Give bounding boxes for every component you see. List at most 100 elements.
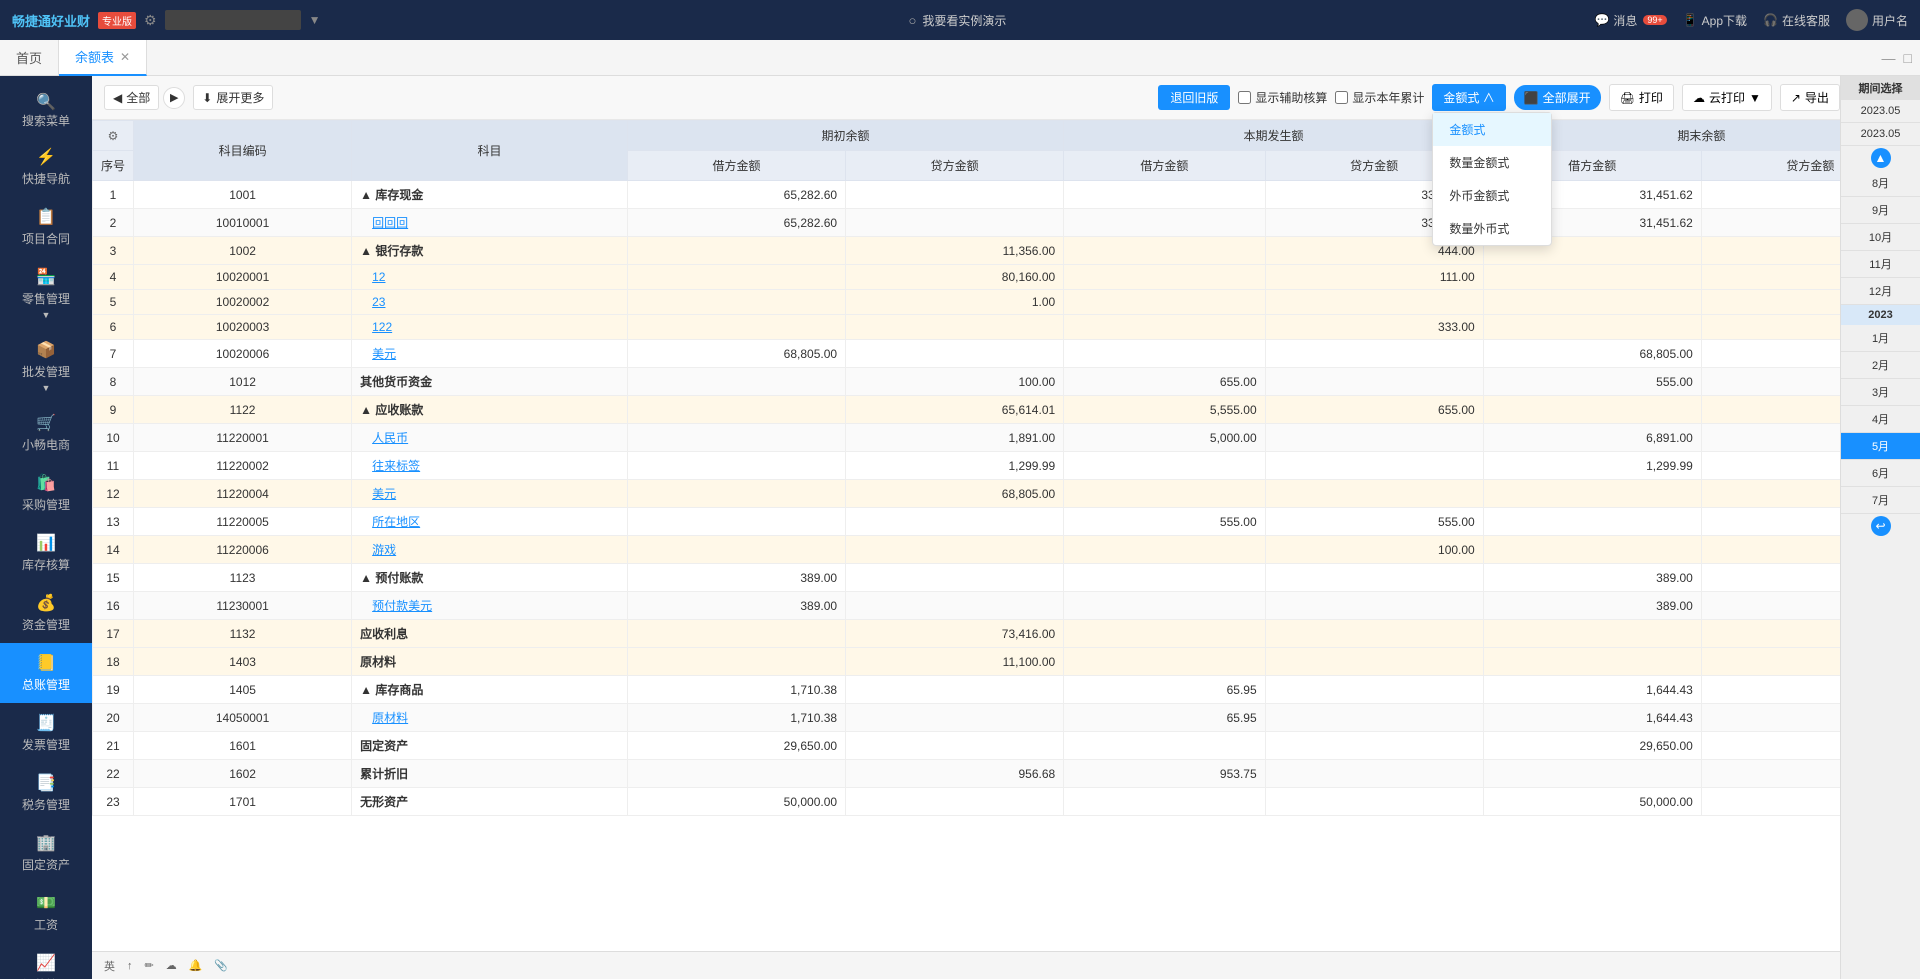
period-1[interactable]: 1月 — [1841, 325, 1920, 352]
table-row-cur-credit — [1265, 368, 1483, 396]
sidebar-search[interactable]: 🔍 搜索菜单 — [0, 84, 92, 137]
assist-check[interactable] — [1238, 91, 1251, 104]
period-5[interactable]: 5月 — [1841, 433, 1920, 460]
col-header-current: 本期发生额 — [1064, 121, 1484, 151]
sidebar-item-salary[interactable]: 💵 工资 — [0, 883, 92, 943]
demo-text[interactable]: 我要看实例演示 — [922, 12, 1006, 29]
sidebar-item-inventory[interactable]: 📊 库存核算 — [0, 523, 92, 583]
sidebar-item-purchase[interactable]: 🛍️ 采购管理 — [0, 463, 92, 523]
period-up-arrow[interactable]: ▲ — [1871, 148, 1891, 168]
sidebar-item-capital[interactable]: 💰 资金管理 — [0, 583, 92, 643]
table-row-name[interactable]: 预付款美元 — [352, 592, 628, 620]
period-3[interactable]: 3月 — [1841, 379, 1920, 406]
table-row-cur-credit — [1265, 592, 1483, 620]
period-8[interactable]: 8月 — [1841, 170, 1920, 197]
period-2[interactable]: 2月 — [1841, 352, 1920, 379]
period-6[interactable]: 6月 — [1841, 460, 1920, 487]
sidebar-item-ecommerce[interactable]: 🛒 小畅电商 — [0, 403, 92, 463]
download-btn[interactable]: 📱 App下载 — [1683, 12, 1747, 29]
table-row-cur-debit: 5,555.00 — [1064, 396, 1265, 424]
period-4[interactable]: 4月 — [1841, 406, 1920, 433]
export-btn[interactable]: ↗ 导出 — [1780, 84, 1840, 111]
table-row-name[interactable]: 美元 — [352, 480, 628, 508]
table-row-name[interactable]: 美元 — [352, 340, 628, 368]
export-icon: ↗ — [1791, 91, 1801, 105]
tab-minimize-icon[interactable]: — — [1882, 50, 1896, 66]
tab-close-icon[interactable]: ✕ — [120, 50, 130, 64]
table-row-cur-credit — [1265, 564, 1483, 592]
table-row-name[interactable]: 人民币 — [352, 424, 628, 452]
table-row-code: 10020006 — [134, 340, 352, 368]
table-row-name[interactable]: 所在地区 — [352, 508, 628, 536]
sidebar-item-invoice[interactable]: 🧾 发票管理 — [0, 703, 92, 763]
tab-home[interactable]: 首页 — [0, 40, 59, 76]
period-10[interactable]: 10月 — [1841, 224, 1920, 251]
table-row-open-debit — [627, 508, 845, 536]
tab-maximize-icon[interactable]: □ — [1904, 50, 1912, 66]
table-row-name[interactable]: 122 — [352, 315, 628, 340]
amount-style-btn[interactable]: 金额式 ∧ — [1432, 84, 1505, 111]
period-down-arrow[interactable]: ↩ — [1871, 516, 1891, 536]
sidebar-item-quick[interactable]: ⚡ 快捷导航 — [0, 137, 92, 197]
expand-all-btn[interactable]: ⬛ 全部展开 — [1514, 85, 1601, 110]
table-row-code: 1123 — [134, 564, 352, 592]
table-row-name[interactable]: 游戏 — [352, 536, 628, 564]
table-row-no: 3 — [93, 237, 134, 265]
cloud-print-btn[interactable]: ☁ 云打印 ▼ — [1682, 84, 1772, 111]
print-btn[interactable]: 🖨 打印 — [1609, 84, 1674, 111]
tab-balance[interactable]: 余额表 ✕ — [59, 40, 147, 76]
notification-icon[interactable]: 🔔 — [189, 959, 203, 972]
expand-icon: ⬇ — [202, 91, 212, 105]
table-row-code: 11220004 — [134, 480, 352, 508]
message-btn[interactable]: 💬 消息 99+ — [1594, 12, 1666, 29]
table-row-name[interactable]: 往来标签 — [352, 452, 628, 480]
table-row-name: ▲ 应收账款 — [352, 396, 628, 424]
dropdown-item-amount[interactable]: 金额式 — [1433, 113, 1551, 146]
sidebar-item-wholesale[interactable]: 📦 批发管理 ▼ — [0, 330, 92, 403]
table-row-open-debit — [627, 237, 845, 265]
table-row-name[interactable]: 23 — [352, 290, 628, 315]
user-avatar[interactable]: 用户名 — [1846, 9, 1908, 31]
table-row-name[interactable]: 12 — [352, 265, 628, 290]
edit-icon[interactable]: ✏ — [145, 959, 154, 972]
upload-icon[interactable]: ↑ — [127, 960, 133, 972]
period-2023-05-2[interactable]: 2023.05 — [1841, 123, 1920, 146]
nav-forward-btn[interactable]: ▶ — [163, 87, 185, 109]
expand-more-btn[interactable]: ⬇ 展开更多 — [193, 85, 273, 110]
cloud-save-icon[interactable]: ☁ — [166, 959, 177, 972]
dropdown-item-foreign[interactable]: 外币金额式 — [1433, 179, 1551, 212]
period-12[interactable]: 12月 — [1841, 278, 1920, 305]
sidebar-item-tax[interactable]: 📑 税务管理 — [0, 763, 92, 823]
period-7[interactable]: 7月 — [1841, 487, 1920, 514]
settings-icon[interactable]: ⚙ — [144, 12, 157, 29]
table-settings-icon[interactable]: ⚙ — [93, 121, 134, 151]
sidebar-capital-label: 资金管理 — [22, 616, 70, 633]
sidebar-item-retail[interactable]: 🏪 零售管理 ▼ — [0, 257, 92, 330]
sidebar-item-assets[interactable]: 🏢 固定资产 — [0, 823, 92, 883]
table-row-cur-debit: 5,000.00 — [1064, 424, 1265, 452]
table-row-code: 11220005 — [134, 508, 352, 536]
period-2023-05-top[interactable]: 2023.05 — [1841, 100, 1920, 123]
sidebar-item-ledger[interactable]: 📒 总账管理 — [0, 643, 92, 703]
amount-item-label: 金额式 — [1449, 123, 1485, 137]
table-row-name[interactable]: 回回回 — [352, 209, 628, 237]
window-dropdown-icon[interactable]: ▼ — [309, 13, 321, 27]
breadcrumb-back-btn[interactable]: ◀ 全部 — [104, 85, 159, 110]
sidebar-item-project[interactable]: 📋 项目合同 — [0, 197, 92, 257]
dropdown-item-qty-amount[interactable]: 数量金额式 — [1433, 146, 1551, 179]
table-row-name[interactable]: 原材料 — [352, 704, 628, 732]
return-old-btn[interactable]: 退回旧版 — [1158, 85, 1230, 110]
lang-icon[interactable]: 英 — [104, 958, 115, 974]
annual-check[interactable] — [1335, 91, 1348, 104]
dropdown-item-qty-foreign[interactable]: 数量外币式 — [1433, 212, 1551, 245]
service-btn[interactable]: 🎧 在线客服 — [1763, 12, 1830, 29]
period-11[interactable]: 11月 — [1841, 251, 1920, 278]
sidebar-item-business[interactable]: 📈 经营管理 — [0, 943, 92, 979]
capital-icon: 💰 — [36, 593, 56, 613]
attachment-icon[interactable]: 📎 — [214, 959, 228, 972]
period-9[interactable]: 9月 — [1841, 197, 1920, 224]
table-row-open-debit: 50,000.00 — [627, 788, 845, 816]
table-row-no: 17 — [93, 620, 134, 648]
show-assist-checkbox[interactable]: 显示辅助核算 — [1238, 89, 1327, 106]
show-annual-checkbox[interactable]: 显示本年累计 — [1335, 89, 1424, 106]
